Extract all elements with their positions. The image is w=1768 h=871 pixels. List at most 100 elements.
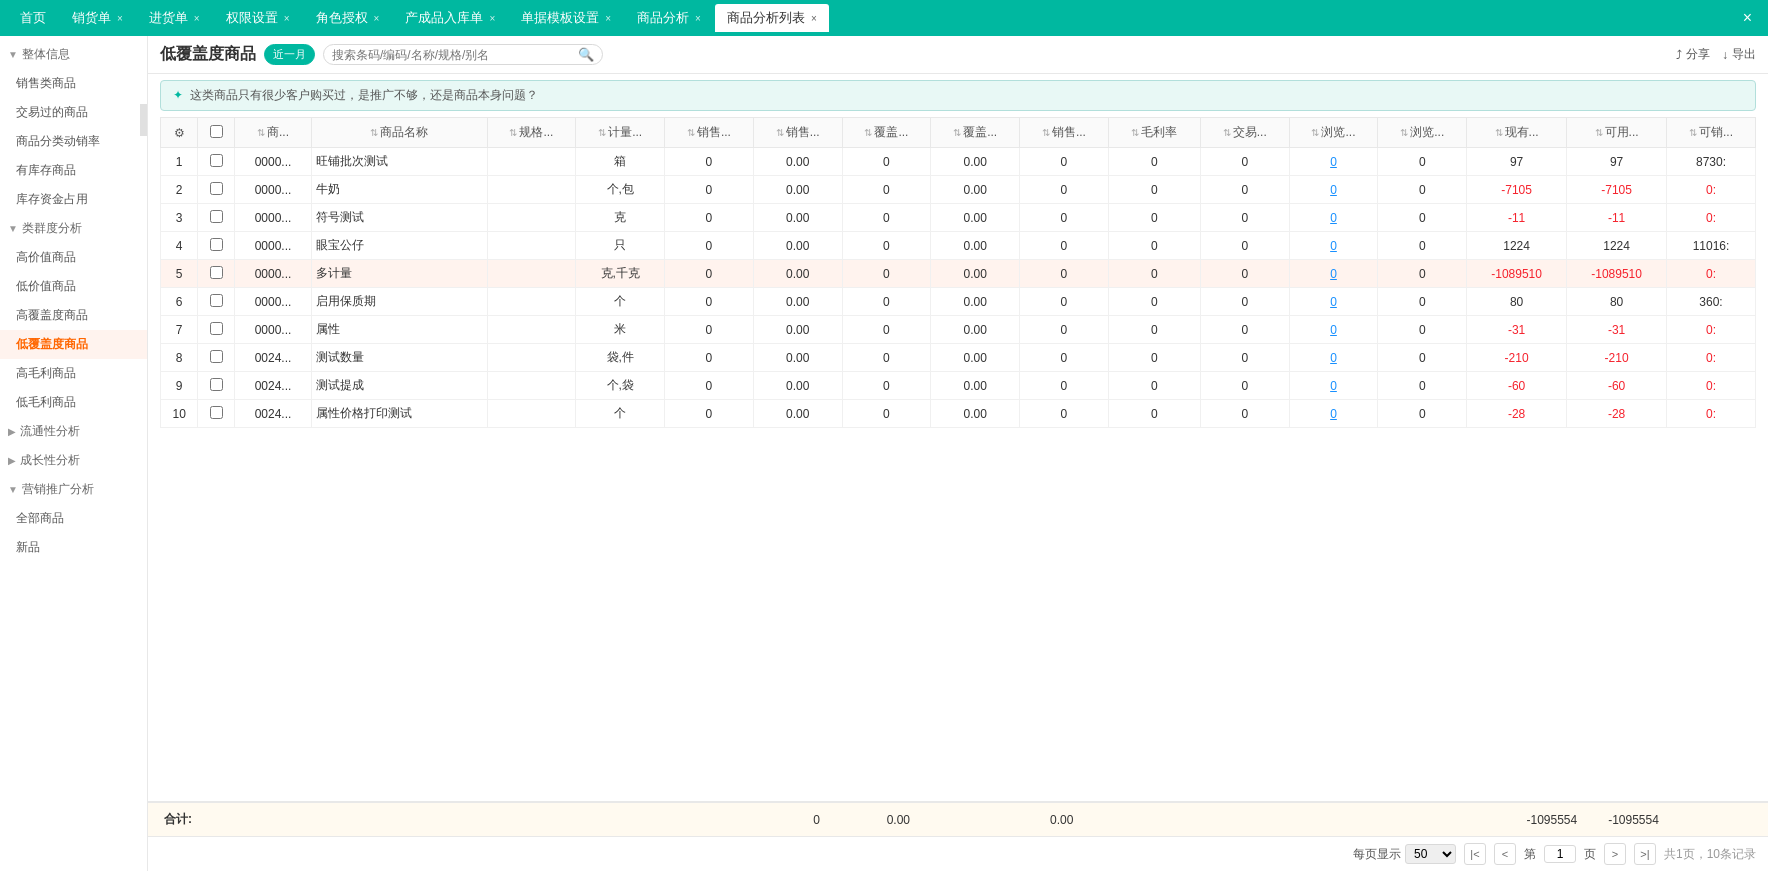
col-unit[interactable]: ⇅计量...	[576, 118, 665, 148]
browse1-link[interactable]: 0	[1330, 351, 1337, 365]
row-checkbox[interactable]	[210, 210, 223, 223]
col-sales-cnt[interactable]: ⇅销售...	[1020, 118, 1109, 148]
sidebar-section-overall[interactable]: ▼ 整体信息	[0, 40, 147, 69]
cell-browse1[interactable]: 0	[1289, 232, 1378, 260]
close-roles-tab[interactable]: ×	[374, 13, 380, 24]
col-browse1[interactable]: ⇅浏览...	[1289, 118, 1378, 148]
close-sales-tab[interactable]: ×	[117, 13, 123, 24]
next-page-button[interactable]: >	[1604, 843, 1626, 865]
cell-browse1[interactable]: 0	[1289, 316, 1378, 344]
sidebar-item-sales-goods[interactable]: 销售类商品	[0, 69, 147, 98]
close-permissions-tab[interactable]: ×	[284, 13, 290, 24]
cell-checkbox[interactable]	[198, 148, 235, 176]
nav-tab-permissions[interactable]: 权限设置 ×	[214, 4, 302, 32]
close-template-tab[interactable]: ×	[605, 13, 611, 24]
first-page-button[interactable]: |<	[1464, 843, 1486, 865]
cell-checkbox[interactable]	[198, 204, 235, 232]
col-sales-amt[interactable]: ⇅销售...	[753, 118, 842, 148]
cell-checkbox[interactable]	[198, 260, 235, 288]
select-all-checkbox[interactable]	[210, 125, 223, 138]
row-checkbox[interactable]	[210, 350, 223, 363]
close-purchase-tab[interactable]: ×	[194, 13, 200, 24]
col-browse2[interactable]: ⇅浏览...	[1378, 118, 1467, 148]
col-name[interactable]: ⇅商品名称	[311, 118, 487, 148]
nav-tab-home[interactable]: 首页	[8, 4, 58, 32]
row-checkbox[interactable]	[210, 154, 223, 167]
cell-browse1[interactable]: 0	[1289, 204, 1378, 232]
nav-tab-roles[interactable]: 角色授权 ×	[304, 4, 392, 32]
row-checkbox[interactable]	[210, 294, 223, 307]
browse1-link[interactable]: 0	[1330, 295, 1337, 309]
browse1-link[interactable]: 0	[1330, 379, 1337, 393]
settings-icon[interactable]: ⚙	[174, 126, 185, 140]
prev-page-button[interactable]: <	[1494, 843, 1516, 865]
close-all-button[interactable]: ×	[1735, 9, 1760, 27]
sidebar-collapse-button[interactable]: 《	[140, 104, 148, 136]
row-checkbox[interactable]	[210, 378, 223, 391]
sidebar-section-growth[interactable]: ▶ 成长性分析	[0, 446, 147, 475]
nav-tab-production[interactable]: 产成品入库单 ×	[393, 4, 507, 32]
row-checkbox[interactable]	[210, 266, 223, 279]
col-trade[interactable]: ⇅交易...	[1200, 118, 1289, 148]
col-checkbox[interactable]	[198, 118, 235, 148]
close-production-tab[interactable]: ×	[489, 13, 495, 24]
sidebar-section-marketing[interactable]: ▼ 营销推广分析	[0, 475, 147, 504]
row-checkbox[interactable]	[210, 322, 223, 335]
browse1-link[interactable]: 0	[1330, 267, 1337, 281]
sidebar-item-high-value[interactable]: 高价值商品	[0, 243, 147, 272]
col-cover1[interactable]: ⇅覆盖...	[842, 118, 931, 148]
col-sales-qty[interactable]: ⇅销售...	[665, 118, 754, 148]
cell-checkbox[interactable]	[198, 316, 235, 344]
sidebar-item-stock-goods[interactable]: 有库存商品	[0, 156, 147, 185]
col-spec[interactable]: ⇅规格...	[487, 118, 576, 148]
col-cover2[interactable]: ⇅覆盖...	[931, 118, 1020, 148]
sidebar-item-high-margin[interactable]: 高毛利商品	[0, 359, 147, 388]
browse1-link[interactable]: 0	[1330, 407, 1337, 421]
sidebar-item-low-coverage[interactable]: 低覆盖度商品	[0, 330, 147, 359]
sidebar-item-traded-goods[interactable]: 交易过的商品	[0, 98, 147, 127]
browse1-link[interactable]: 0	[1330, 155, 1337, 169]
col-stock-avail[interactable]: ⇅可用...	[1567, 118, 1667, 148]
col-stock-sale[interactable]: ⇅可销...	[1667, 118, 1756, 148]
sidebar-item-category-rate[interactable]: 商品分类动销率	[0, 127, 147, 156]
page-number-input[interactable]	[1544, 845, 1576, 863]
cell-checkbox[interactable]	[198, 344, 235, 372]
cell-browse1[interactable]: 0	[1289, 288, 1378, 316]
per-page-dropdown[interactable]: 50 10 20 100	[1405, 844, 1456, 864]
cell-browse1[interactable]: 0	[1289, 148, 1378, 176]
nav-tab-template[interactable]: 单据模板设置 ×	[509, 4, 623, 32]
nav-tab-sales[interactable]: 销货单 ×	[60, 4, 135, 32]
browse1-link[interactable]: 0	[1330, 239, 1337, 253]
cell-browse1[interactable]: 0	[1289, 260, 1378, 288]
cell-browse1[interactable]: 0	[1289, 372, 1378, 400]
sidebar-item-new-goods[interactable]: 新品	[0, 533, 147, 562]
browse1-link[interactable]: 0	[1330, 323, 1337, 337]
browse1-link[interactable]: 0	[1330, 183, 1337, 197]
sidebar-item-low-margin[interactable]: 低毛利商品	[0, 388, 147, 417]
sidebar-item-low-value[interactable]: 低价值商品	[0, 272, 147, 301]
search-input[interactable]	[332, 48, 574, 62]
close-analysis-list-tab[interactable]: ×	[811, 13, 817, 24]
export-button[interactable]: ↓ 导出	[1722, 46, 1756, 63]
col-stock-now[interactable]: ⇅现有...	[1467, 118, 1567, 148]
col-gross-rate[interactable]: ⇅毛利率	[1108, 118, 1200, 148]
cell-checkbox[interactable]	[198, 400, 235, 428]
cell-checkbox[interactable]	[198, 232, 235, 260]
col-code[interactable]: ⇅商...	[235, 118, 312, 148]
sidebar-item-high-coverage[interactable]: 高覆盖度商品	[0, 301, 147, 330]
browse1-link[interactable]: 0	[1330, 211, 1337, 225]
share-button[interactable]: ⤴ 分享	[1676, 46, 1710, 63]
search-icon[interactable]: 🔍	[578, 47, 594, 62]
row-checkbox[interactable]	[210, 182, 223, 195]
nav-tab-analysis-list[interactable]: 商品分析列表 ×	[715, 4, 829, 32]
cell-checkbox[interactable]	[198, 372, 235, 400]
sidebar-item-stock-capital[interactable]: 库存资金占用	[0, 185, 147, 214]
cell-browse1[interactable]: 0	[1289, 176, 1378, 204]
sidebar-section-group[interactable]: ▼ 类群度分析	[0, 214, 147, 243]
cell-browse1[interactable]: 0	[1289, 400, 1378, 428]
row-checkbox[interactable]	[210, 406, 223, 419]
last-page-button[interactable]: >|	[1634, 843, 1656, 865]
cell-browse1[interactable]: 0	[1289, 344, 1378, 372]
period-button[interactable]: 近一月	[264, 44, 315, 65]
nav-tab-analysis[interactable]: 商品分析 ×	[625, 4, 713, 32]
